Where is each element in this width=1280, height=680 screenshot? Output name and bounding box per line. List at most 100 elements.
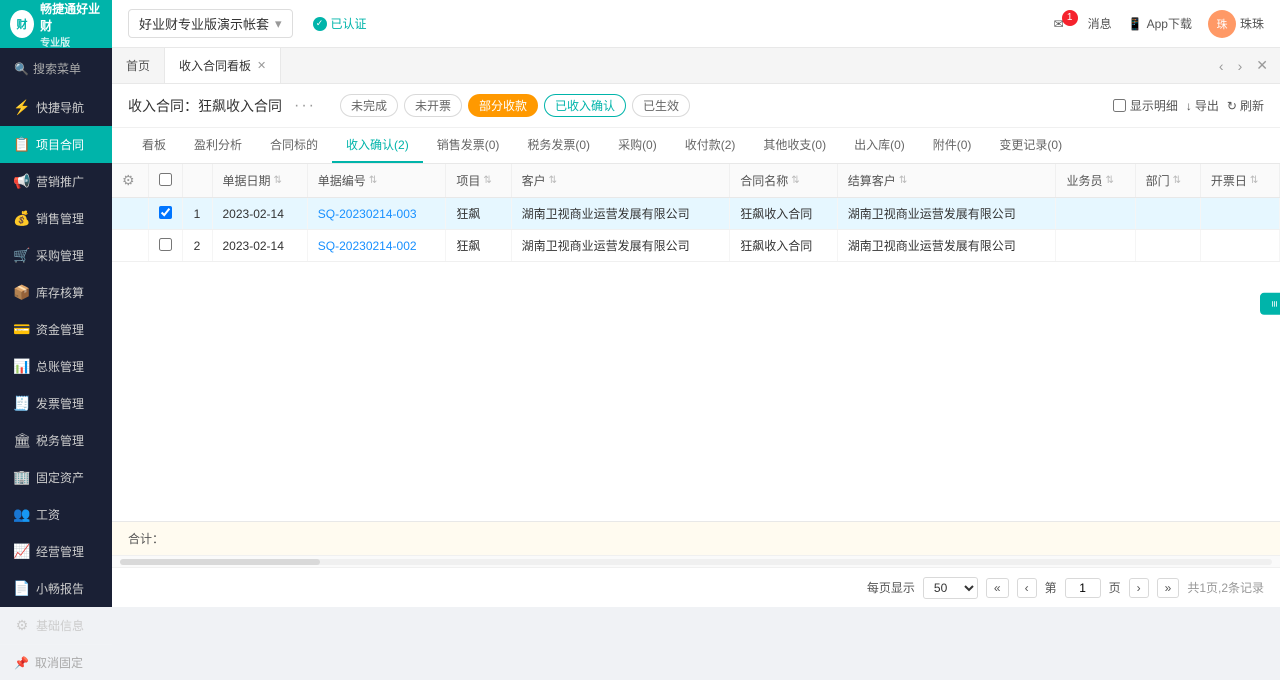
sidebar-item-operation[interactable]: 📈 经营管理 xyxy=(0,533,112,570)
row1-contract-name: 狂飙收入合同 xyxy=(730,198,838,230)
sort-number-icon: ⇅ xyxy=(369,175,377,186)
row2-number-link[interactable]: SQ-20230214-002 xyxy=(318,239,417,253)
tab-prev-button[interactable]: ‹ xyxy=(1215,56,1228,76)
operation-icon: 📈 xyxy=(14,544,30,560)
first-page-button[interactable]: « xyxy=(986,578,1009,598)
sidebar-item-general[interactable]: 📊 总账管理 xyxy=(0,348,112,385)
sidebar-item-tax[interactable]: 🏛 税务管理 xyxy=(0,422,112,459)
messages-button[interactable]: ✉ 1 消息 xyxy=(1054,15,1112,32)
row1-number-link[interactable]: SQ-20230214-003 xyxy=(318,207,417,221)
sub-tab-tax-invoice[interactable]: 税务发票(0) xyxy=(513,128,604,163)
export-button[interactable]: ↓ 导出 xyxy=(1186,97,1219,114)
basic-icon: ⚙ xyxy=(14,618,30,634)
sidebar-item-sales[interactable]: 💰 销售管理 xyxy=(0,200,112,237)
prev-page-button[interactable]: ‹ xyxy=(1017,578,1037,598)
sub-tab-revenue-confirm[interactable]: 收入确认(2) xyxy=(332,128,423,163)
status-buttons-group: 未完成 未开票 部分收款 已收入确认 已生效 xyxy=(340,94,690,117)
th-project[interactable]: 项目 ⇅ xyxy=(446,164,511,198)
tab-home[interactable]: 首页 xyxy=(112,48,165,83)
sub-tab-sales-invoice[interactable]: 销售发票(0) xyxy=(423,128,514,163)
pagination: 每页显示 20 50 100 « ‹ 第 页 › » 共1页,2条记录 xyxy=(112,567,1280,607)
inventory-icon: 📦 xyxy=(14,285,30,301)
th-department[interactable]: 部门 ⇅ xyxy=(1135,164,1200,198)
sub-tab-purchase[interactable]: 采购(0) xyxy=(604,128,671,163)
th-settlement-customer[interactable]: 结算客户 ⇅ xyxy=(837,164,1056,198)
messages-label: 消息 xyxy=(1088,15,1112,32)
select-all-checkbox[interactable] xyxy=(159,173,172,186)
status-btn-confirmed[interactable]: 已收入确认 xyxy=(544,94,626,117)
home-tab-label: 首页 xyxy=(126,57,150,74)
sub-tab-attachment[interactable]: 附件(0) xyxy=(919,128,986,163)
tab-close-button[interactable]: ✕ xyxy=(1252,55,1272,76)
page-label: 第 xyxy=(1045,579,1057,596)
sidebar-item-fixed-assets[interactable]: 🏢 固定资产 xyxy=(0,459,112,496)
th-date[interactable]: 单据日期 ⇅ xyxy=(212,164,307,198)
row2-checkbox[interactable] xyxy=(159,238,172,251)
sub-tab-board[interactable]: 看板 xyxy=(128,128,180,163)
tab-nav-buttons: ‹ › ✕ xyxy=(1207,48,1280,83)
cancel-pin-button[interactable]: 📌 取消固定 xyxy=(0,645,112,680)
sidebar-item-capital[interactable]: 💳 资金管理 xyxy=(0,311,112,348)
th-salesman[interactable]: 业务员 ⇅ xyxy=(1056,164,1135,198)
right-panel-toggle-button[interactable]: ≡ xyxy=(1260,292,1280,314)
last-page-button[interactable]: » xyxy=(1157,578,1180,598)
main-area: 好业财专业版演示帐套 ▾ ✓ 已认证 ✉ 1 消息 📱 App下载 珠 珠珠 xyxy=(112,0,1280,607)
status-btn-no-invoice[interactable]: 未开票 xyxy=(404,94,462,117)
sidebar-item-label-tax: 税务管理 xyxy=(36,432,84,449)
sub-tab-subject[interactable]: 合同标的 xyxy=(256,128,332,163)
display-detail-input[interactable] xyxy=(1113,99,1126,112)
status-btn-partial-payment[interactable]: 部分收款 xyxy=(468,94,538,117)
status-btn-effective[interactable]: 已生效 xyxy=(632,94,690,117)
row2-customer: 湖南卫视商业运营发展有限公司 xyxy=(511,230,730,262)
cancel-pin-label: 取消固定 xyxy=(35,654,83,671)
row1-date: 2023-02-14 xyxy=(212,198,307,230)
th-number[interactable]: 单据编号 ⇅ xyxy=(307,164,446,198)
next-page-button[interactable]: › xyxy=(1129,578,1149,598)
sub-tab-change-log[interactable]: 变更记录(0) xyxy=(985,128,1076,163)
message-badge: 1 xyxy=(1062,10,1078,26)
sidebar-item-invoice[interactable]: 🧾 发票管理 xyxy=(0,385,112,422)
th-open-date[interactable]: 开票日 ⇅ xyxy=(1200,164,1279,198)
display-detail-checkbox[interactable]: 显示明细 xyxy=(1113,97,1178,114)
per-page-select[interactable]: 20 50 100 xyxy=(923,577,978,599)
refresh-button[interactable]: ↻ 刷新 xyxy=(1227,97,1264,114)
row1-gear-cell xyxy=(112,198,148,230)
th-customer[interactable]: 客户 ⇅ xyxy=(511,164,730,198)
gear-settings-icon[interactable]: ⚙ xyxy=(122,172,135,188)
company-dropdown-icon: ▾ xyxy=(275,16,282,32)
sidebar-item-basic[interactable]: ⚙ 基础信息 xyxy=(0,607,112,644)
scrollbar-thumb[interactable] xyxy=(120,559,320,565)
sidebar-item-project-contract[interactable]: 📋 项目合同 xyxy=(0,126,112,163)
topbar-right: ✉ 1 消息 📱 App下载 珠 珠珠 xyxy=(1054,10,1264,38)
status-btn-incomplete[interactable]: 未完成 xyxy=(340,94,398,117)
sub-tab-payment[interactable]: 收付款(2) xyxy=(671,128,750,163)
sub-tab-profit[interactable]: 盈利分析 xyxy=(180,128,256,163)
app-download-button[interactable]: 📱 App下载 xyxy=(1128,15,1192,32)
sidebar-item-report[interactable]: 📄 小畅报告 xyxy=(0,570,112,607)
tab-next-button[interactable]: › xyxy=(1234,56,1247,76)
tab-close-icon[interactable]: ✕ xyxy=(257,59,266,72)
sidebar-item-hr[interactable]: 👥 工资 xyxy=(0,496,112,533)
sidebar-item-purchase[interactable]: 🛒 采购管理 xyxy=(0,237,112,274)
th-settlement-customer-label: 结算客户 xyxy=(848,172,896,189)
row1-checkbox[interactable] xyxy=(159,206,172,219)
page-number-input[interactable] xyxy=(1065,578,1101,598)
sales-icon: 💰 xyxy=(14,211,30,227)
sort-department-icon: ⇅ xyxy=(1173,175,1181,186)
sub-tab-in-out[interactable]: 出入库(0) xyxy=(840,128,919,163)
hr-icon: 👥 xyxy=(14,507,30,523)
horizontal-scrollbar[interactable] xyxy=(112,555,1280,567)
refresh-icon: ↻ xyxy=(1227,99,1237,113)
more-options-button[interactable]: ··· xyxy=(294,97,316,115)
project-contract-icon: 📋 xyxy=(14,137,30,153)
user-menu[interactable]: 珠 珠珠 xyxy=(1208,10,1264,38)
sidebar-item-marketing[interactable]: 📢 营销推广 xyxy=(0,163,112,200)
th-contract-name[interactable]: 合同名称 ⇅ xyxy=(730,164,838,198)
sidebar-item-quick-nav[interactable]: ⚡ 快捷导航 xyxy=(0,89,112,126)
tab-contract-board[interactable]: 收入合同看板 ✕ xyxy=(165,48,281,83)
search-menu-button[interactable]: 🔍 搜索菜单 xyxy=(8,56,104,81)
sidebar-item-inventory[interactable]: 📦 库存核算 xyxy=(0,274,112,311)
sub-tab-other[interactable]: 其他收支(0) xyxy=(749,128,840,163)
company-selector[interactable]: 好业财专业版演示帐套 ▾ xyxy=(128,9,293,38)
scrollbar-track[interactable] xyxy=(120,559,1272,565)
